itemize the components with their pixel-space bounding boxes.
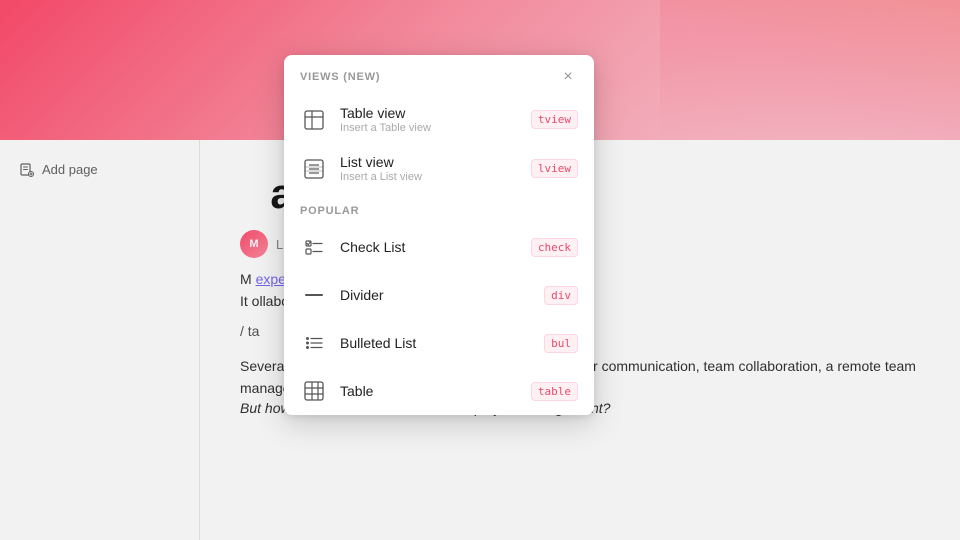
popup-title: VIEWS (NEW) xyxy=(300,71,380,83)
table-view-icon xyxy=(300,106,328,134)
list-view-name: List view xyxy=(340,154,519,170)
bulleted-list-name: Bulleted List xyxy=(340,335,532,351)
table-text: Table xyxy=(340,383,519,399)
table-icon xyxy=(300,377,328,405)
menu-item-checklist[interactable]: Check List check xyxy=(284,223,594,271)
bulleted-list-icon xyxy=(300,329,328,357)
table-view-text: Table view Insert a Table view xyxy=(340,105,519,134)
table-shortcut: table xyxy=(531,382,578,401)
list-view-icon xyxy=(300,155,328,183)
table-name: Table xyxy=(340,383,519,399)
menu-item-list-view[interactable]: List view Insert a List view lview xyxy=(284,144,594,193)
popular-label: POPULAR xyxy=(300,205,359,217)
popular-section-header: POPULAR xyxy=(284,193,594,223)
divider-text: Divider xyxy=(340,287,532,303)
table-view-shortcut: tview xyxy=(531,110,578,129)
menu-item-table-view[interactable]: Table view Insert a Table view tview xyxy=(284,95,594,144)
checklist-shortcut: check xyxy=(531,238,578,257)
menu-item-table[interactable]: Table table xyxy=(284,367,594,415)
bulleted-list-text: Bulleted List xyxy=(340,335,532,351)
divider-name: Divider xyxy=(340,287,532,303)
popup-header: VIEWS (NEW) × xyxy=(284,55,594,95)
checklist-icon xyxy=(300,233,328,261)
table-view-name: Table view xyxy=(340,105,519,121)
checklist-text: Check List xyxy=(340,239,519,255)
list-view-shortcut: lview xyxy=(531,159,578,178)
list-view-desc: Insert a List view xyxy=(340,171,519,183)
table-view-desc: Insert a Table view xyxy=(340,122,519,134)
bulleted-list-shortcut: bul xyxy=(544,334,578,353)
menu-item-bulleted-list[interactable]: Bulleted List bul xyxy=(284,319,594,367)
divider-icon xyxy=(300,281,328,309)
close-button[interactable]: × xyxy=(558,67,578,87)
popup-menu: VIEWS (NEW) × Table view Insert a Table … xyxy=(284,55,594,415)
menu-item-divider[interactable]: Divider div xyxy=(284,271,594,319)
checklist-name: Check List xyxy=(340,239,519,255)
list-view-text: List view Insert a List view xyxy=(340,154,519,183)
divider-shortcut: div xyxy=(544,286,578,305)
